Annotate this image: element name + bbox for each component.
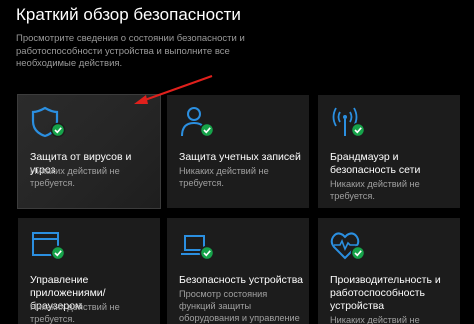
tile-status: Никаких действий не требуется. [330, 315, 420, 324]
tile-label: Безопасность устройства [179, 274, 303, 286]
tile-device-performance-health[interactable]: Производительность и работоспособность у… [318, 218, 460, 324]
heart-pulse-icon [330, 232, 366, 261]
person-icon [181, 107, 215, 138]
tile-label: Производительность и работоспособность у… [330, 274, 441, 312]
tile-status: Никаких действий не требуется. [30, 166, 120, 188]
tile-account-protection[interactable]: Защита учетных записей Никаких действий … [167, 95, 309, 208]
tile-status: Никаких действий не требуется. [179, 166, 269, 188]
tile-virus-threat-protection[interactable]: Защита от вирусов и угроз Никаких действ… [17, 94, 161, 209]
tile-status: Просмотр состояния функций защиты оборуд… [179, 289, 300, 323]
tile-device-security[interactable]: Безопасность устройства Просмотр состоян… [167, 218, 309, 324]
tile-label: Защита учетных записей [179, 151, 301, 163]
tile-app-browser-control[interactable]: Управление приложениями/браузером Никаки… [18, 218, 160, 324]
tile-status: Никаких действий не требуется. [330, 179, 420, 201]
browser-window-icon [32, 232, 66, 261]
tile-status: Никаких действий не требуется. [30, 302, 120, 324]
tile-firewall-network[interactable]: Брандмауэр и безопасность сети Никаких д… [318, 95, 460, 208]
shield-icon [31, 106, 66, 138]
page-title: Краткий обзор безопасности [16, 5, 241, 24]
laptop-icon [181, 235, 215, 261]
page-description: Просмотрите сведения о состоянии безопас… [16, 33, 245, 69]
tile-label: Брандмауэр и безопасность сети [330, 151, 421, 176]
wifi-antenna-icon [332, 107, 366, 138]
